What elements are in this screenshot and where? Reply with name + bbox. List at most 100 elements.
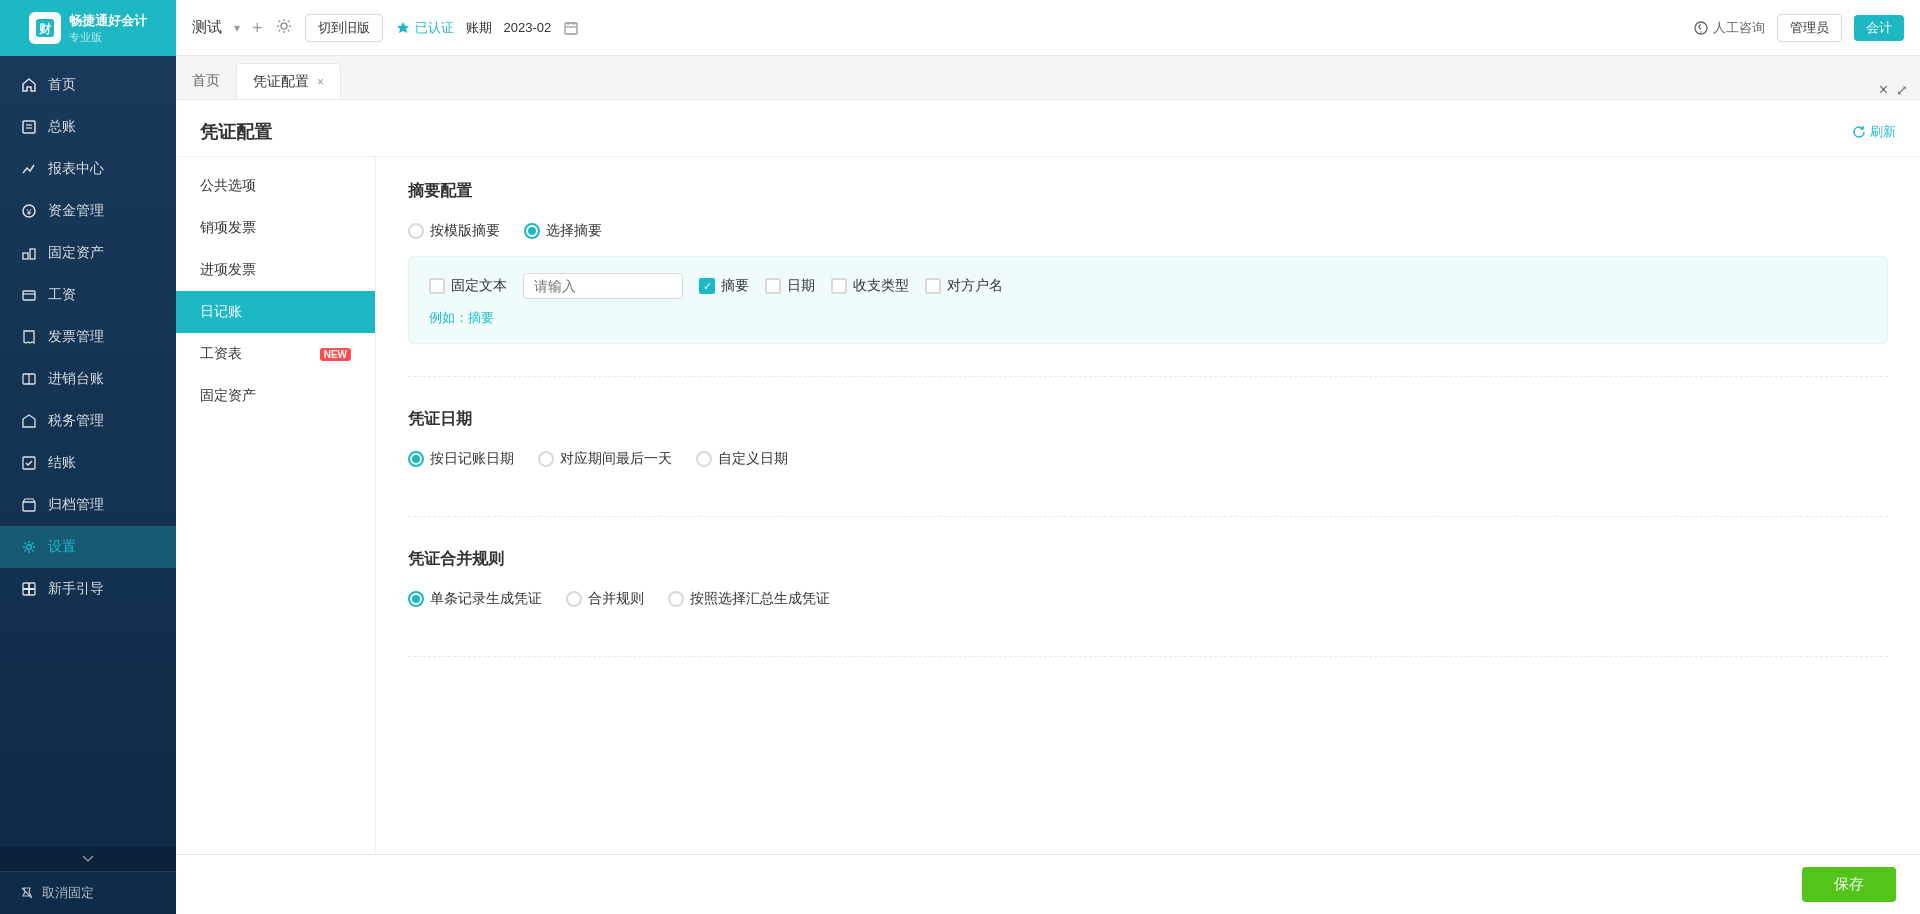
checkbox-summary[interactable]: 摘要 — [699, 277, 749, 295]
sidebar-item-ledger[interactable]: 总账 — [0, 106, 176, 148]
service-btn[interactable]: 人工咨询 — [1693, 19, 1765, 37]
radio-template-summary-circle — [408, 223, 424, 239]
sidebar-item-settings[interactable]: 设置 — [0, 526, 176, 568]
fixed-text-input[interactable] — [523, 273, 683, 299]
svg-point-15 — [27, 545, 32, 550]
sidebar-item-invoice[interactable]: 发票管理 — [0, 316, 176, 358]
svg-rect-2 — [23, 121, 35, 133]
radio-journal-date-circle — [408, 451, 424, 467]
radio-select-summary-circle — [524, 223, 540, 239]
radio-journal-date[interactable]: 按日记账日期 — [408, 450, 514, 468]
fund-icon: ¥ — [20, 202, 38, 220]
certified-status: 已认证 — [395, 19, 454, 37]
checkbox-fixed-text[interactable]: 固定文本 — [429, 277, 507, 295]
radio-journal-date-label: 按日记账日期 — [430, 450, 514, 468]
sidebar-scroll-down[interactable] — [0, 847, 176, 871]
sidebar-item-tax[interactable]: 税务管理 — [0, 400, 176, 442]
radio-period-last-day[interactable]: 对应期间最后一天 — [538, 450, 672, 468]
sidebar-item-report[interactable]: 报表中心 — [0, 148, 176, 190]
app-name: 畅捷通好会计 专业版 — [69, 12, 147, 45]
radio-select-summary[interactable]: 选择摘要 — [524, 222, 602, 240]
tax-icon — [20, 412, 38, 430]
svg-rect-21 — [565, 23, 577, 34]
sidebar-item-asset[interactable]: 固定资产 — [0, 232, 176, 274]
sidebar-item-label: 报表中心 — [48, 160, 104, 178]
user-role-btn[interactable]: 会计 — [1854, 15, 1904, 41]
sidebar-item-label: 发票管理 — [48, 328, 104, 346]
sidebar-item-label: 工资 — [48, 286, 76, 304]
tabbar-actions: × ⤢ — [1867, 81, 1920, 99]
radio-merge-rule-label: 合并规则 — [588, 590, 644, 608]
main-content: 凭证配置 刷新 公共选项 销项发票 进项发票 日记账 工资表 NEW ▾ — [176, 100, 1920, 914]
radio-selected-summary[interactable]: 按照选择汇总生成凭证 — [668, 590, 830, 608]
section-merge: 凭证合并规则 单条记录生成凭证 合并规则 按照选择汇总生成凭证 — [408, 549, 1888, 657]
radio-custom-date[interactable]: 自定义日期 — [696, 450, 788, 468]
app-logo-icon: 财 — [29, 12, 61, 44]
svg-rect-16 — [23, 583, 29, 589]
sidebar-item-home[interactable]: 首页 — [0, 64, 176, 106]
tab-home[interactable]: 首页 — [176, 63, 236, 99]
radio-period-last-day-label: 对应期间最后一天 — [560, 450, 672, 468]
section-date-title: 凭证日期 — [408, 409, 1888, 430]
svg-text:¥: ¥ — [25, 207, 32, 217]
tab-voucher-config[interactable]: 凭证配置 × — [236, 63, 341, 99]
svg-rect-7 — [23, 253, 28, 259]
sidebar-item-fund[interactable]: ¥ 资金管理 — [0, 190, 176, 232]
date-radio-group: 按日记账日期 对应期间最后一天 自定义日期 — [408, 450, 1888, 468]
radio-template-summary-label: 按模版摘要 — [430, 222, 500, 240]
sub-nav-sales-invoice[interactable]: 销项发票 — [176, 207, 375, 249]
tabbar-expand-btn[interactable]: ⤢ — [1896, 82, 1908, 98]
checkbox-fixed-text-label: 固定文本 — [451, 277, 507, 295]
tabbar-close-btn[interactable]: × — [1879, 81, 1888, 99]
checkbox-counterpart-name[interactable]: 对方户名 — [925, 277, 1003, 295]
sidebar-item-label: 固定资产 — [48, 244, 104, 262]
sub-nav-payroll[interactable]: 工资表 NEW ▾ — [176, 333, 375, 375]
sidebar-pin-footer[interactable]: 取消固定 — [0, 871, 176, 914]
user-name-btn[interactable]: 管理员 — [1777, 14, 1842, 42]
sub-nav-public[interactable]: 公共选项 — [176, 165, 375, 207]
radio-template-summary[interactable]: 按模版摘要 — [408, 222, 500, 240]
sub-nav-journal[interactable]: 日记账 — [176, 291, 375, 333]
svg-rect-8 — [30, 249, 35, 259]
tab-voucher-config-label: 凭证配置 — [253, 73, 309, 91]
sidebar-item-close-account[interactable]: 结账 — [0, 442, 176, 484]
summary-radio-group: 按模版摘要 选择摘要 — [408, 222, 1888, 240]
svg-rect-14 — [23, 502, 35, 511]
company-dropdown-icon[interactable]: ▾ — [234, 21, 240, 35]
sidebar-item-salary[interactable]: 工资 — [0, 274, 176, 316]
radio-single-record[interactable]: 单条记录生成凭证 — [408, 590, 542, 608]
sidebar: 财 畅捷通好会计 专业版 首页 总账 报表中心 — [0, 0, 176, 914]
checkbox-payment-type[interactable]: 收支类型 — [831, 277, 909, 295]
sidebar-item-stock[interactable]: 进销台账 — [0, 358, 176, 400]
ledger-icon — [20, 118, 38, 136]
switch-old-version-btn[interactable]: 切到旧版 — [305, 14, 383, 42]
header-settings-icon[interactable] — [275, 17, 293, 38]
sidebar-logo: 财 畅捷通好会计 专业版 — [0, 0, 176, 56]
add-company-btn[interactable]: + — [252, 19, 263, 37]
settings-icon — [20, 538, 38, 556]
sidebar-item-archive[interactable]: 归档管理 — [0, 484, 176, 526]
sidebar-item-label: 设置 — [48, 538, 76, 556]
calendar-icon[interactable] — [563, 20, 579, 36]
period-value: 2023-02 — [504, 20, 552, 35]
archive-icon — [20, 496, 38, 514]
save-button[interactable]: 保存 — [1802, 867, 1896, 902]
section-date: 凭证日期 按日记账日期 对应期间最后一天 自定义日期 — [408, 409, 1888, 517]
tab-close-icon[interactable]: × — [317, 75, 324, 89]
checkbox-date[interactable]: 日期 — [765, 277, 815, 295]
page-title: 凭证配置 — [200, 120, 272, 144]
sidebar-nav: 首页 总账 报表中心 ¥ 资金管理 固定资产 — [0, 56, 176, 847]
radio-single-record-circle — [408, 591, 424, 607]
sub-nav-purchase-invoice[interactable]: 进项发票 — [176, 249, 375, 291]
header: 测试 ▾ + 切到旧版 已认证 账期 2023-02 人工咨询 管理员 会计 — [176, 0, 1920, 56]
checkbox-payment-type-label: 收支类型 — [853, 277, 909, 295]
refresh-btn[interactable]: 刷新 — [1852, 123, 1896, 141]
radio-single-record-label: 单条记录生成凭证 — [430, 590, 542, 608]
sidebar-item-label: 进销台账 — [48, 370, 104, 388]
page-header: 凭证配置 刷新 — [176, 100, 1920, 157]
summary-example: 例如：摘要 — [429, 309, 1867, 327]
svg-rect-19 — [29, 589, 35, 595]
radio-merge-rule[interactable]: 合并规则 — [566, 590, 644, 608]
sidebar-item-guide[interactable]: 新手引导 — [0, 568, 176, 610]
sub-nav-fixed-asset[interactable]: 固定资产 — [176, 375, 375, 417]
